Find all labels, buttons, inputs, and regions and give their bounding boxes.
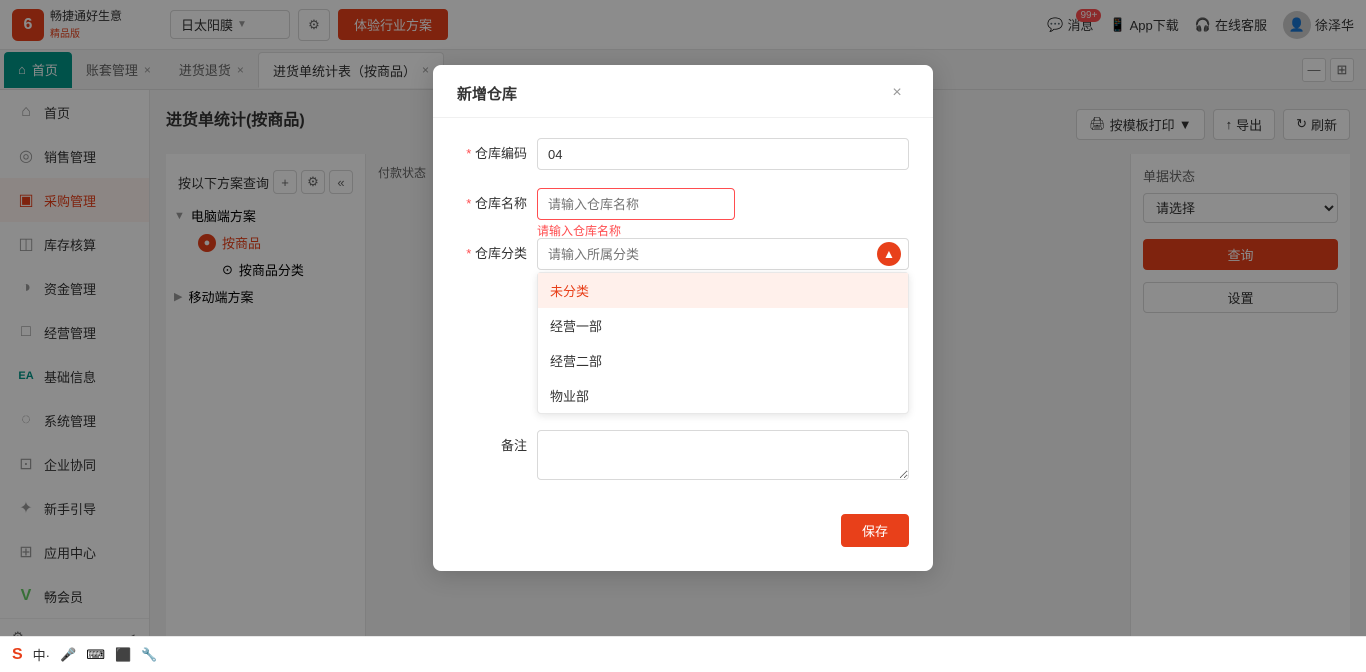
dropdown-list: 未分类 经营一部 经营二部 物业部	[537, 272, 909, 414]
form-row-remark: 备注	[457, 430, 909, 480]
save-button[interactable]: 保存	[841, 514, 909, 547]
option-dept3[interactable]: 物业部	[538, 378, 908, 413]
modal-close-button[interactable]: ×	[885, 81, 909, 105]
expand-icon: ⬛	[115, 647, 131, 663]
category-dropdown-wrap: ▲ 未分类 经营一部 经营二部 物业部	[537, 238, 909, 270]
option-uncategorized[interactable]: 未分类	[538, 273, 908, 308]
bottom-icons: S 中· 🎤 ⌨ ⬛ 🔧	[12, 645, 157, 664]
remark-label: 备注	[457, 430, 537, 462]
dropdown-toggle[interactable]: ▲	[877, 242, 901, 266]
modal-body: * 仓库编码 * 仓库名称 请输入仓库名称 * 仓库分类	[433, 118, 933, 480]
form-row-code: * 仓库编码	[457, 138, 909, 170]
mic-icon: 🎤	[60, 647, 76, 663]
name-label: * 仓库名称	[457, 188, 537, 220]
option-dept1[interactable]: 经营一部	[538, 308, 908, 343]
chinese-icon: 中·	[33, 645, 50, 664]
remark-input[interactable]	[537, 430, 909, 480]
form-row-category: * 仓库分类 ▲ 未分类 经营一部 经营二部 物业部	[457, 238, 909, 270]
code-label: * 仓库编码	[457, 138, 537, 170]
warehouse-code-input[interactable]	[537, 138, 909, 170]
new-warehouse-modal: 新增仓库 × * 仓库编码 * 仓库名称 请输入仓库名称 *	[433, 65, 933, 571]
settings-icon: 🔧	[141, 647, 157, 663]
name-error-tip: 请输入仓库名称	[537, 222, 621, 239]
sougou-logo: S	[12, 646, 23, 664]
modal-title: 新增仓库	[457, 83, 517, 104]
bottom-bar: S 中· 🎤 ⌨ ⬛ 🔧	[0, 636, 1366, 672]
keyboard-icon: ⌨	[86, 647, 105, 663]
option-dept2[interactable]: 经营二部	[538, 343, 908, 378]
category-label: * 仓库分类	[457, 238, 537, 270]
modal-footer: 保存	[433, 498, 933, 547]
form-row-name: * 仓库名称 请输入仓库名称	[457, 188, 909, 220]
warehouse-name-input[interactable]	[537, 188, 735, 220]
modal-header: 新增仓库 ×	[433, 65, 933, 118]
category-input[interactable]	[537, 238, 909, 270]
